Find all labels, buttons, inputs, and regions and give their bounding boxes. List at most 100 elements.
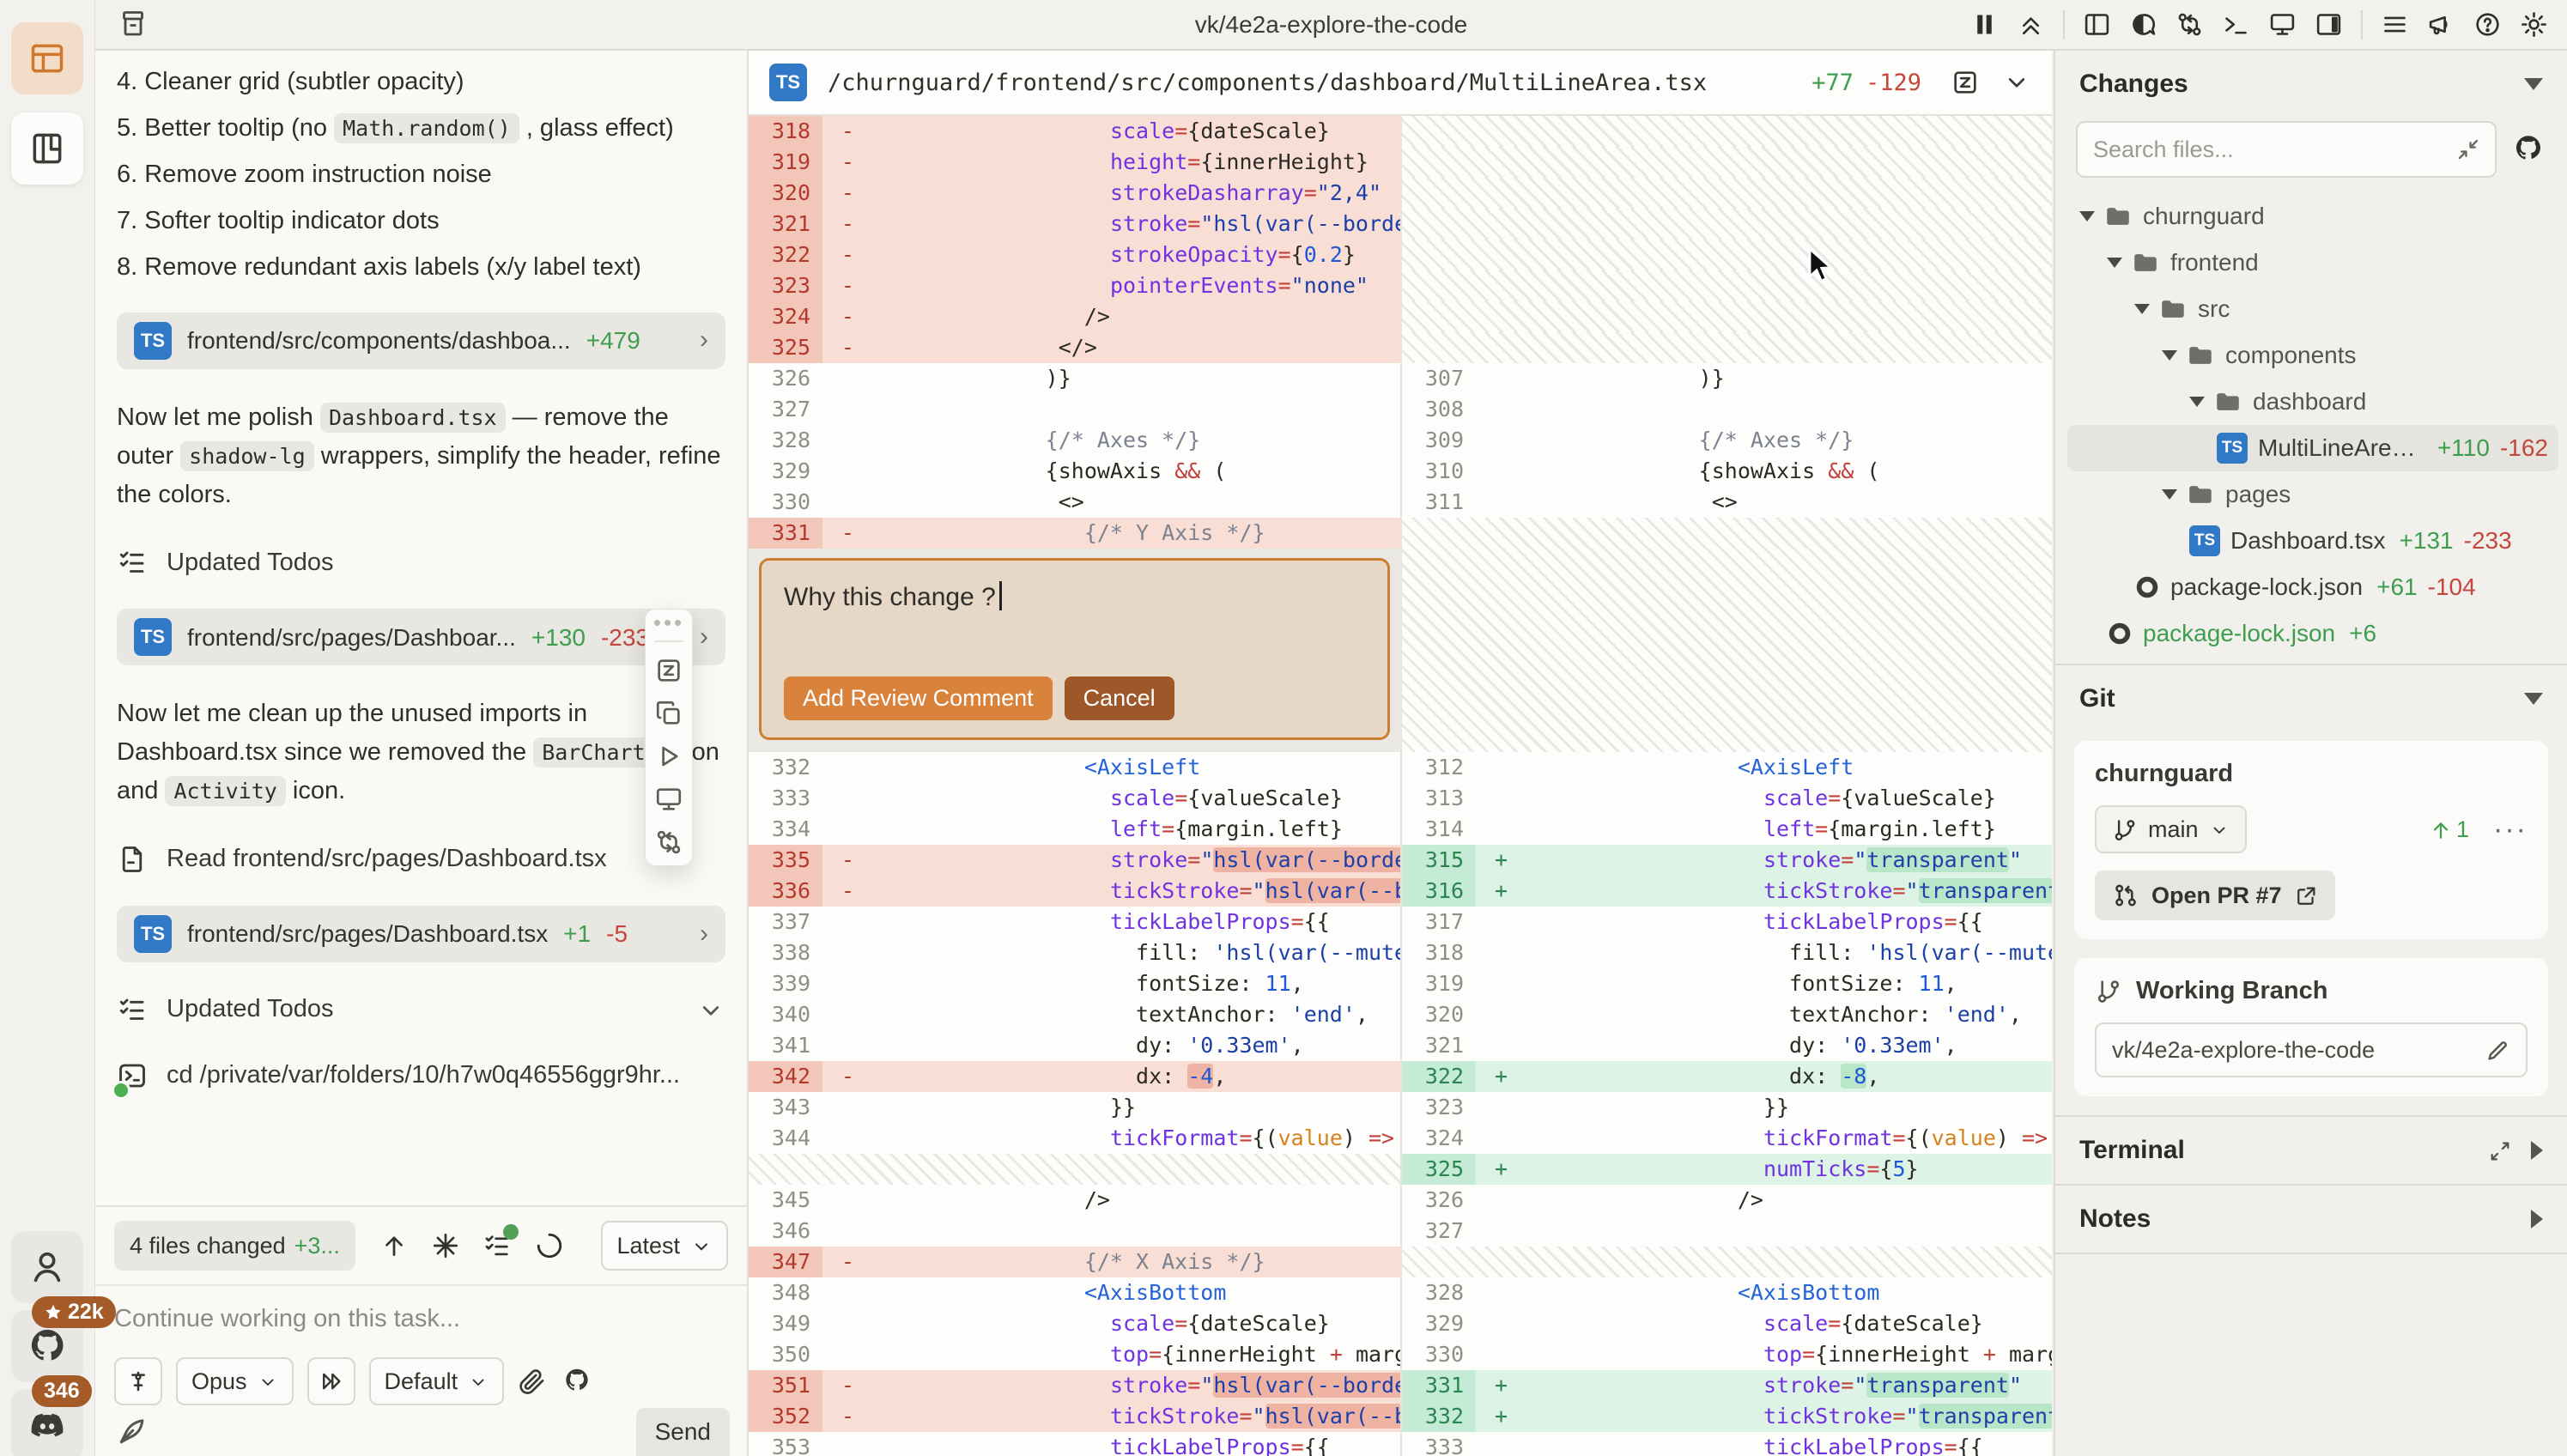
edit-branch-icon[interactable] (2485, 1036, 2510, 1064)
changes-section-header[interactable]: Changes (2055, 51, 2567, 118)
diff-diff-sign-button[interactable] (1951, 68, 1980, 97)
file-search[interactable] (2076, 121, 2497, 178)
tree-item-src[interactable]: src (2067, 286, 2558, 332)
line-number: 322 (749, 240, 822, 270)
notes-section-header[interactable]: Notes (2055, 1186, 2567, 1253)
settings-sliders-button[interactable] (114, 1357, 162, 1405)
pause-button[interactable] (1970, 10, 1999, 39)
tree-item-MultiLineArea.tsx[interactable]: TSMultiLineArea.tsx+110-162 (2067, 425, 2558, 471)
deletions: -233 (601, 619, 649, 656)
attach-button[interactable] (518, 1367, 547, 1396)
gear-button[interactable] (2520, 10, 2548, 39)
rail-discord-button[interactable]: 346 (11, 1389, 83, 1456)
toolbar-copy-button[interactable] (654, 699, 683, 728)
diff-chev-down-button[interactable] (2002, 68, 2031, 97)
working-branch-input[interactable]: vk/4e2a-explore-the-code (2095, 1022, 2528, 1077)
toolbar-monitor-button[interactable] (654, 785, 683, 814)
message-input[interactable]: Continue working on this task... (114, 1305, 728, 1333)
bubble-half-icon (2129, 10, 2157, 39)
chevron-right-icon (2531, 1210, 2543, 1228)
tree-item-frontend[interactable]: frontend (2067, 240, 2558, 286)
rail-account-button[interactable] (11, 1231, 83, 1303)
line-number: 321 (749, 209, 822, 240)
rail-github-button[interactable]: 22k (11, 1310, 83, 1382)
status-dot (112, 1081, 130, 1100)
open-pr-button[interactable]: Open PR #7 (2095, 871, 2335, 920)
file-change-chip[interactable]: TSfrontend/src/components/dashboa...+479… (117, 312, 725, 369)
latest-version-button[interactable]: Latest (601, 1221, 728, 1271)
diff-pane-old[interactable]: 318- scale={dateScale}319- height={inner… (749, 116, 1402, 1456)
fast-forward-button[interactable] (307, 1357, 355, 1405)
toolbar-diff-sign-button[interactable] (654, 656, 683, 685)
tree-item-package-lock.json[interactable]: package-lock.json+61-104 (2067, 564, 2558, 610)
updated-todos-row[interactable]: Updated Todos (117, 990, 725, 1028)
folder-icon (2131, 248, 2160, 277)
model-select[interactable]: Opus (176, 1357, 294, 1405)
spinner-icon (534, 1230, 565, 1261)
terminal-button[interactable] (2222, 10, 2250, 39)
help-button[interactable] (2473, 10, 2502, 39)
toolbar-git-compare-button[interactable] (654, 828, 683, 857)
ahead-count[interactable]: 1 (2429, 816, 2469, 843)
code-line: <AxisBottom (877, 1277, 1400, 1308)
tree-item-components[interactable]: components (2067, 332, 2558, 379)
rail-board-view-button[interactable] (11, 112, 83, 185)
code-line: )} (877, 363, 1400, 394)
code-line: tickLabelProps={{ (877, 1432, 1400, 1456)
quill-icon[interactable] (116, 1415, 149, 1447)
github-cat-icon[interactable] (561, 1365, 593, 1398)
tree-item-package-lock.json[interactable]: package-lock.json+6 (2067, 610, 2558, 657)
drag-handle[interactable]: ••• (653, 618, 684, 627)
bubble-half-button[interactable] (2129, 10, 2157, 39)
github-cat-icon[interactable] (2510, 131, 2546, 167)
terminal-section-header[interactable]: Terminal (2055, 1117, 2567, 1184)
megaphone-button[interactable] (2427, 10, 2455, 39)
more-menu[interactable]: ··· (2493, 813, 2528, 846)
list-item: 7. Softer tooltip indicator dots (117, 202, 725, 240)
inline-code: shadow-lg (180, 441, 313, 471)
tree-item-churnguard[interactable]: churnguard (2067, 193, 2558, 240)
sparkle-button[interactable] (431, 1231, 460, 1260)
scroll-up-button[interactable] (379, 1231, 409, 1260)
terminal-command-row[interactable]: cd /private/var/folders/10/h7w0q46556ggr… (117, 1056, 725, 1095)
diff-pane-new[interactable]: 307 )}308309 {/* Axes */}310 {showAxis &… (1402, 116, 2052, 1456)
discord-badge: 346 (32, 1375, 92, 1407)
chevrons-up-button[interactable] (2017, 10, 2045, 39)
git-compare-button[interactable] (2176, 10, 2204, 39)
send-button[interactable]: Send (636, 1408, 730, 1456)
branch-select[interactable]: main (2095, 805, 2247, 853)
pencil-icon[interactable] (2485, 1038, 2510, 1064)
add-review-comment-button[interactable]: Add Review Comment (784, 676, 1053, 720)
file-change-chip[interactable]: TSfrontend/src/pages/Dashboard.tsx+1-5› (117, 906, 725, 962)
search-input[interactable] (2091, 136, 2447, 164)
file-change-chip[interactable]: TSfrontend/src/pages/Dashboar...+130-233… (117, 609, 725, 665)
panel-right-button[interactable] (2315, 10, 2343, 39)
todos-button[interactable] (482, 1231, 512, 1260)
menu-button[interactable] (2381, 10, 2409, 39)
changes-file-tree: churnguardfrontendsrccomponentsdashboard… (2055, 193, 2567, 664)
monitor-button[interactable] (2268, 10, 2297, 39)
line-number: 317 (1402, 907, 1476, 937)
tree-item-pages[interactable]: pages (2067, 471, 2558, 518)
collapse-tree-icon[interactable] (2455, 136, 2481, 162)
cancel-comment-button[interactable]: Cancel (1065, 676, 1174, 720)
rail-workspace-view-button[interactable] (11, 22, 83, 94)
files-changed-chip[interactable]: 4 files changed +3... (114, 1221, 355, 1271)
terminal-title: Terminal (2079, 1136, 2185, 1165)
tree-item-Dashboard.tsx[interactable]: TSDashboard.tsx+131-233 (2067, 518, 2558, 564)
updated-todos-row[interactable]: Updated Todos (117, 543, 725, 582)
toolbar-play-button[interactable] (654, 742, 683, 771)
chev-down-icon (2209, 820, 2230, 840)
code-line: scale={valueScale} (1531, 783, 2052, 814)
read-file-row[interactable]: Read frontend/src/pages/Dashboard.tsx (117, 840, 725, 878)
diff-sign: - (822, 209, 877, 240)
expand-icon[interactable] (2488, 1139, 2512, 1163)
chev-down-icon[interactable] (696, 996, 725, 1025)
tree-item-dashboard[interactable]: dashboard (2067, 379, 2558, 425)
mode-select[interactable]: Default (369, 1357, 505, 1405)
expand-icon[interactable] (2488, 1136, 2512, 1165)
git-section-header[interactable]: Git (2055, 665, 2567, 732)
comment-input[interactable]: Why this change ?Add Review CommentCance… (759, 558, 1390, 740)
panel-left-button[interactable] (2083, 10, 2111, 39)
checklist-icon (117, 547, 148, 578)
